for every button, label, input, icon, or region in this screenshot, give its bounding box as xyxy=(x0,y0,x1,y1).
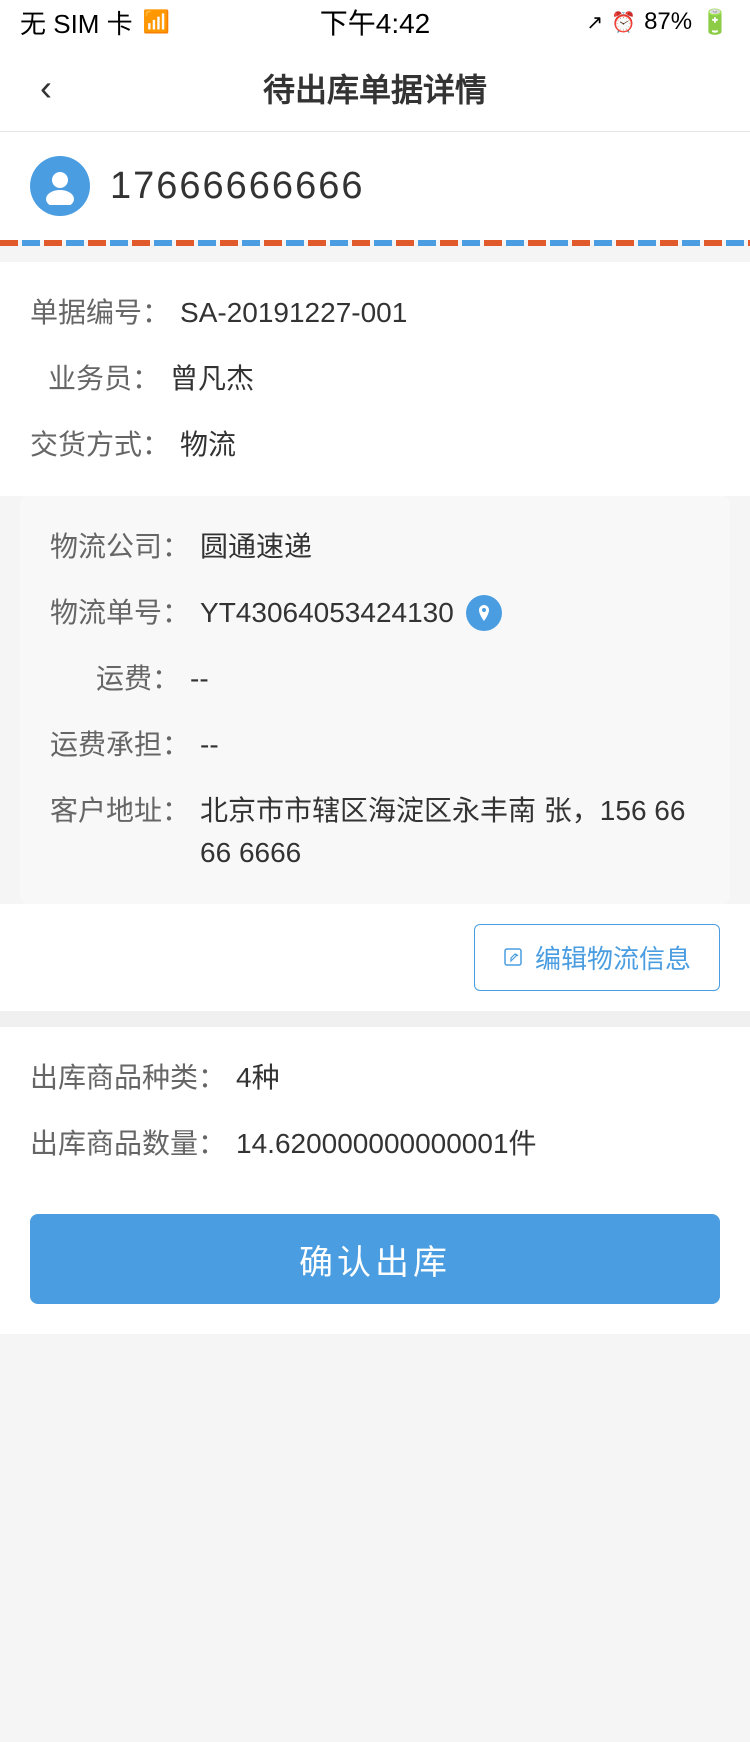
freight-value: -- xyxy=(190,658,700,700)
order-number-row: 单据编号： SA-20191227-001 xyxy=(30,292,720,334)
carrier-label: 无 SIM 卡 xyxy=(20,4,133,41)
back-button[interactable]: ‹ xyxy=(30,57,62,119)
battery-label: 87% xyxy=(644,8,692,36)
tracking-number: YT43064053424130 xyxy=(200,592,454,634)
logistics-company-value: 圆通速递 xyxy=(200,526,700,568)
logistics-company-label: 物流公司： xyxy=(50,526,200,568)
delivery-method-value: 物流 xyxy=(180,424,720,466)
tracking-row: 物流单号： YT43064053424130 xyxy=(50,592,700,634)
goods-quantity-label: 出库商品数量： xyxy=(30,1123,236,1165)
freight-row: 运费： -- xyxy=(50,658,700,700)
goods-types-row: 出库商品种类： 4种 xyxy=(30,1057,720,1099)
alarm-icon: ⏰ xyxy=(611,10,636,35)
goods-types-label: 出库商品种类： xyxy=(30,1057,236,1099)
freight-bearer-value: -- xyxy=(200,724,700,766)
customer-header: 17666666666 xyxy=(0,132,750,240)
edit-logistics-button[interactable]: 编辑物流信息 xyxy=(474,924,720,991)
goods-types-value: 4种 xyxy=(236,1057,720,1099)
delivery-method-row: 交货方式： 物流 xyxy=(30,424,720,466)
avatar xyxy=(30,156,90,216)
sales-person-row: 业务员： 曾凡杰 xyxy=(30,358,720,400)
empty-space xyxy=(0,1302,750,1582)
address-row: 客户地址： 北京市市辖区海淀区永丰南 张，156 6666 6666 xyxy=(50,790,700,874)
freight-bearer-row: 运费承担： -- xyxy=(50,724,700,766)
customer-phone: 17666666666 xyxy=(110,165,364,208)
logistics-card: 物流公司： 圆通速递 物流单号： YT43064053424130 运费： --… xyxy=(20,496,730,904)
page-title: 待出库单据详情 xyxy=(263,65,487,111)
order-info-section: 单据编号： SA-20191227-001 业务员： 曾凡杰 交货方式： 物流 xyxy=(0,262,750,496)
confirm-outbound-button[interactable]: 确认出库 xyxy=(30,1214,720,1304)
dashed-divider xyxy=(0,240,750,246)
tracking-location-icon[interactable] xyxy=(466,595,502,631)
status-left: 无 SIM 卡 📶 xyxy=(20,4,170,41)
tracking-label: 物流单号： xyxy=(50,592,200,634)
bottom-bar: 确认出库 xyxy=(0,1198,750,1334)
status-right: ↗ ⏰ 87% 🔋 xyxy=(586,8,730,37)
logistics-company-row: 物流公司： 圆通速递 xyxy=(50,526,700,568)
address-label: 客户地址： xyxy=(50,790,200,874)
order-number-value: SA-20191227-001 xyxy=(180,292,720,334)
delivery-method-label: 交货方式： xyxy=(30,424,180,466)
battery-icon: 🔋 xyxy=(700,8,730,37)
address-value: 北京市市辖区海淀区永丰南 张，156 6666 6666 xyxy=(200,790,700,874)
wifi-icon: 📶 xyxy=(143,9,170,35)
time-label: 下午4:42 xyxy=(320,2,431,42)
section-divider xyxy=(0,1011,750,1027)
sales-person-label: 业务员： xyxy=(30,358,170,400)
edit-icon xyxy=(503,947,525,969)
location-status-icon: ↗ xyxy=(586,10,603,35)
freight-bearer-label: 运费承担： xyxy=(50,724,200,766)
goods-quantity-row: 出库商品数量： 14.620000000000001件 xyxy=(30,1123,720,1165)
freight-label: 运费： xyxy=(50,658,190,700)
sales-person-value: 曾凡杰 xyxy=(170,358,720,400)
goods-quantity-value: 14.620000000000001件 xyxy=(236,1123,720,1165)
order-number-label: 单据编号： xyxy=(30,292,180,334)
tracking-value: YT43064053424130 xyxy=(200,592,700,634)
edit-logistics-label: 编辑物流信息 xyxy=(535,939,691,976)
goods-section: 出库商品种类： 4种 出库商品数量： 14.620000000000001件 xyxy=(0,1027,750,1195)
nav-bar: ‹ 待出库单据详情 xyxy=(0,44,750,132)
status-bar: 无 SIM 卡 📶 下午4:42 ↗ ⏰ 87% 🔋 xyxy=(0,0,750,44)
edit-btn-container: 编辑物流信息 xyxy=(0,904,750,1011)
